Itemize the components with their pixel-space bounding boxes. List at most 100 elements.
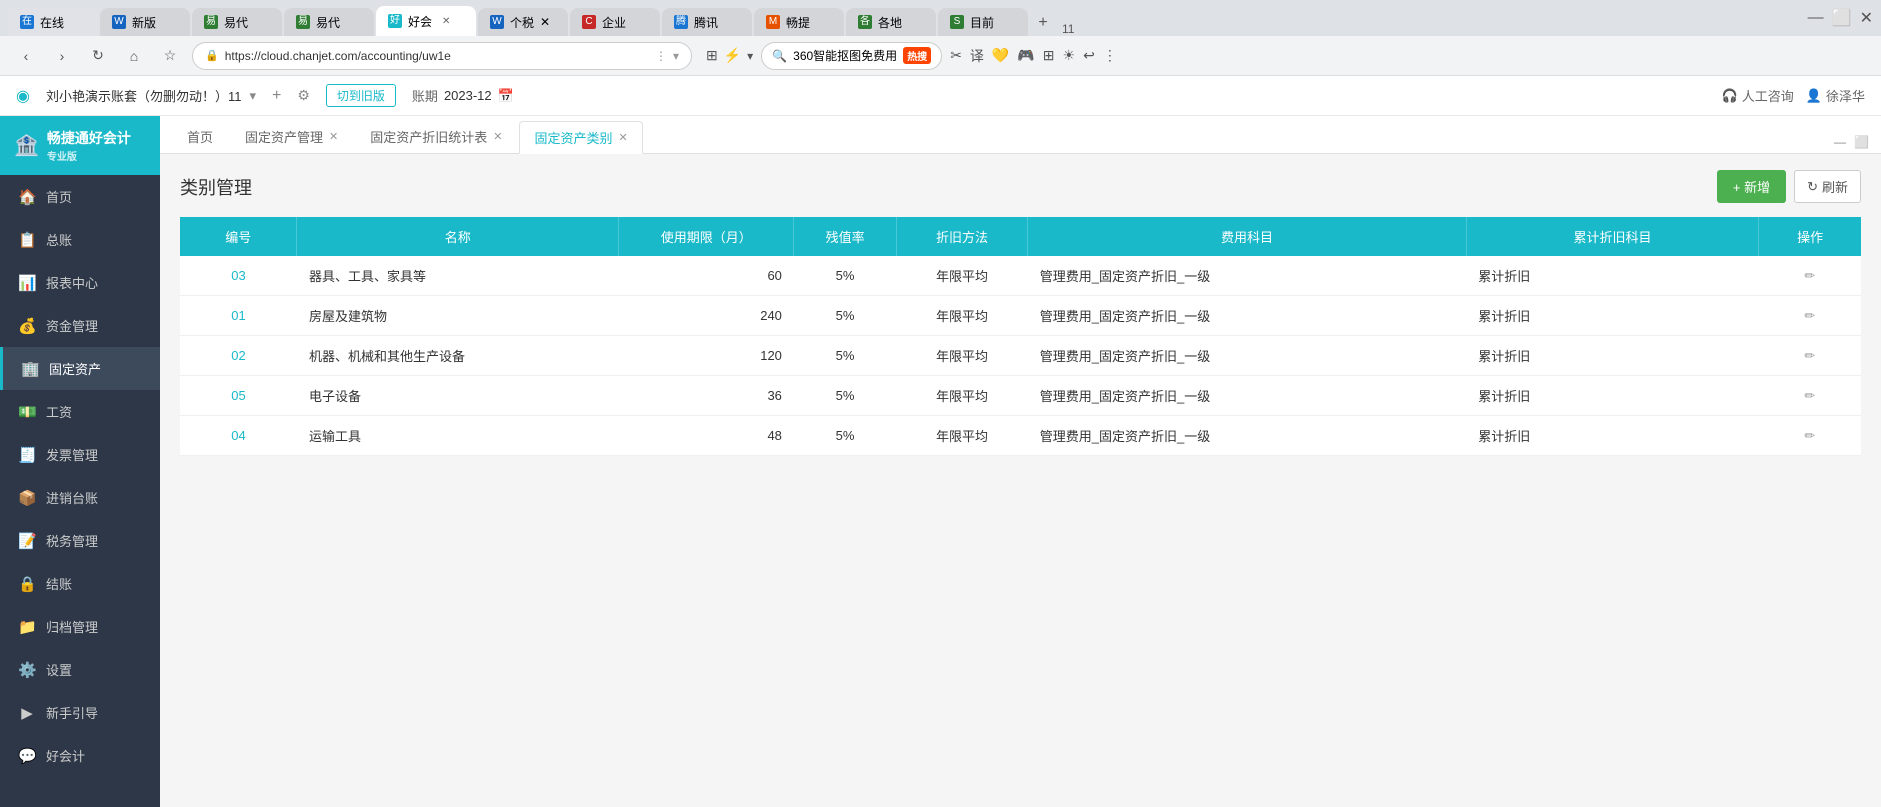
minimize-button[interactable]: —	[1808, 9, 1824, 27]
dropdown-icon[interactable]: ▾	[673, 49, 679, 63]
feedback-icon: 💬	[18, 747, 36, 765]
extensions-icon[interactable]: ⊞	[706, 47, 718, 64]
new-tab-button[interactable]: +	[1030, 10, 1056, 36]
sidebar-item-invoice[interactable]: 🧾 发票管理	[0, 433, 160, 476]
sidebar-label-home: 首页	[46, 187, 72, 206]
menu-icon[interactable]: ⋮	[1103, 47, 1117, 64]
sidebar-item-ledger[interactable]: 📋 总账	[0, 218, 160, 261]
browser-tab-current[interactable]: S 目前	[938, 8, 1028, 36]
row2-edit-button[interactable]: ✏	[1804, 308, 1815, 323]
settings-icon: ⚙️	[18, 661, 36, 679]
col-header-period: 使用期限（月）	[619, 217, 794, 256]
app-container: 🏦 畅捷通好会计 专业版 🏠 首页 📋 总账 📊 报表中心 💰 资金管理 🏢 固…	[0, 116, 1881, 807]
browser-tab-close-tax[interactable]: ✕	[540, 15, 550, 29]
close-window-button[interactable]: ✕	[1860, 8, 1873, 28]
browser-tab-enterprise[interactable]: C 企业	[570, 8, 660, 36]
tab-fixed-assets-mgmt-close[interactable]: ✕	[329, 130, 338, 143]
browser-tab-close-active[interactable]: ✕	[442, 16, 450, 27]
tab-depreciation-stats-close[interactable]: ✕	[493, 130, 502, 143]
user-profile-button[interactable]: 👤 徐泽华	[1806, 86, 1865, 105]
refresh-button[interactable]: ↻ 刷新	[1794, 170, 1861, 203]
add-button[interactable]: + 新增	[1717, 170, 1786, 203]
reload-button[interactable]: ↻	[84, 42, 112, 70]
row3-method: 年限平均	[896, 336, 1028, 376]
tab-maximize-icon[interactable]: ⬜	[1854, 135, 1869, 149]
row4-expense: 管理费用_固定资产折旧_一级	[1028, 376, 1467, 416]
action-buttons: + 新增 ↻ 刷新	[1717, 170, 1861, 203]
row4-edit-button[interactable]: ✏	[1804, 388, 1815, 403]
bookmark-button[interactable]: ☆	[156, 42, 184, 70]
sidebar-item-settlement[interactable]: 🔒 结账	[0, 562, 160, 605]
row2-method: 年限平均	[896, 296, 1028, 336]
tab-depreciation-stats[interactable]: 固定资产折旧统计表 ✕	[355, 120, 517, 153]
sidebar-label-settings: 设置	[46, 660, 72, 679]
row5-edit-button[interactable]: ✏	[1804, 428, 1815, 443]
sidebar-item-purchase-sale[interactable]: 📦 进销台账	[0, 476, 160, 519]
sidebar-item-reports[interactable]: 📊 报表中心	[0, 261, 160, 304]
tab-fixed-assets-mgmt[interactable]: 固定资产管理 ✕	[230, 120, 353, 153]
tab-asset-category-label: 固定资产类别	[534, 128, 612, 147]
row1-edit-button[interactable]: ✏	[1804, 268, 1815, 283]
account-dropdown-icon[interactable]: ▾	[249, 88, 256, 104]
add-account-icon[interactable]: +	[272, 87, 281, 105]
scissors-icon[interactable]: ✂	[950, 47, 962, 64]
wallet-icon[interactable]: 💛	[992, 47, 1009, 64]
table-row: 04 运输工具 48 5% 年限平均 管理费用_固定资产折旧_一级 累计折旧 ✏	[180, 416, 1861, 456]
tab-home[interactable]: 首页	[172, 120, 228, 153]
undo-icon[interactable]: ↩	[1083, 47, 1095, 64]
sidebar-item-home[interactable]: 🏠 首页	[0, 175, 160, 218]
sidebar-item-fixed-assets[interactable]: 🏢 固定资产	[0, 347, 160, 390]
row2-period: 240	[619, 296, 794, 336]
browser-tab-online[interactable]: 在 在线	[8, 8, 98, 36]
calendar-icon[interactable]: 📅	[498, 88, 514, 104]
sidebar-item-feedback[interactable]: 💬 好会计	[0, 734, 160, 777]
browser-tab-haokuai[interactable]: 好 好会 ✕	[376, 6, 476, 36]
sidebar-item-settings[interactable]: ⚙️ 设置	[0, 648, 160, 691]
row5-expense: 管理费用_固定资产折旧_一级	[1028, 416, 1467, 456]
row3-expense: 管理费用_固定资产折旧_一级	[1028, 336, 1467, 376]
sidebar-item-archive[interactable]: 📁 归档管理	[0, 605, 160, 648]
row3-edit-button[interactable]: ✏	[1804, 348, 1815, 363]
address-dropdown-icon[interactable]: ▾	[747, 49, 753, 63]
browser-tab-new[interactable]: W 新版	[100, 8, 190, 36]
settlement-icon: 🔒	[18, 575, 36, 593]
translate-icon[interactable]: 译	[970, 46, 984, 66]
customer-service-button[interactable]: 🎧 人工咨询	[1722, 86, 1794, 105]
maximize-button[interactable]: ⬜	[1832, 8, 1852, 28]
old-version-button[interactable]: 切到旧版	[326, 84, 396, 107]
tab-minimize-icon[interactable]: —	[1834, 135, 1846, 149]
browser-tab-changjun[interactable]: M 畅提	[754, 8, 844, 36]
forward-button[interactable]: ›	[48, 42, 76, 70]
user-avatar-icon: 👤	[1806, 88, 1822, 104]
browser-tab-gedi[interactable]: 各 各地	[846, 8, 936, 36]
browser-tab-yidai2[interactable]: 易 易代	[284, 8, 374, 36]
grid-icon[interactable]: ⊞	[1043, 47, 1055, 64]
sidebar-item-guide[interactable]: ▶ 新手引导	[0, 691, 160, 734]
sidebar-label-guide: 新手引导	[46, 703, 98, 722]
search-box[interactable]: 🔍 360智能抠图免费用 热搜	[761, 42, 942, 70]
sidebar: 🏦 畅捷通好会计 专业版 🏠 首页 📋 总账 📊 报表中心 💰 资金管理 🏢 固…	[0, 116, 160, 807]
address-bar[interactable]: 🔒 https://cloud.chanjet.com/accounting/u…	[192, 42, 692, 70]
row2-accum: 累计折旧	[1466, 296, 1758, 336]
row1-code: 03	[180, 256, 297, 296]
sidebar-item-capital[interactable]: 💰 资金管理	[0, 304, 160, 347]
logo-title: 畅捷通好会计	[47, 128, 131, 148]
table-row: 03 器具、工具、家具等 60 5% 年限平均 管理费用_固定资产折旧_一级 累…	[180, 256, 1861, 296]
browser-tab-yidai1[interactable]: 易 易代	[192, 8, 282, 36]
page-title-bar: 类别管理 + 新增 ↻ 刷新	[180, 170, 1861, 203]
tab-asset-category-close[interactable]: ✕	[619, 131, 628, 144]
game-icon[interactable]: 🎮	[1017, 47, 1034, 64]
browser-tab-tax[interactable]: W 个税 ✕	[478, 8, 568, 36]
settings-small-icon[interactable]: ⚙	[297, 87, 310, 104]
browser-tab-tencent[interactable]: 腾 腾讯	[662, 8, 752, 36]
brightness-icon[interactable]: ☀	[1063, 47, 1076, 64]
row5-name: 运输工具	[297, 416, 619, 456]
sidebar-item-tax[interactable]: 📝 税务管理	[0, 519, 160, 562]
ledger-icon: 📋	[18, 231, 36, 249]
row3-action: ✏	[1759, 336, 1861, 376]
home-button[interactable]: ⌂	[120, 42, 148, 70]
back-button[interactable]: ‹	[12, 42, 40, 70]
lightning-icon[interactable]: ⚡	[724, 47, 741, 64]
sidebar-item-salary[interactable]: 💵 工资	[0, 390, 160, 433]
tab-asset-category[interactable]: 固定资产类别 ✕	[519, 121, 642, 154]
